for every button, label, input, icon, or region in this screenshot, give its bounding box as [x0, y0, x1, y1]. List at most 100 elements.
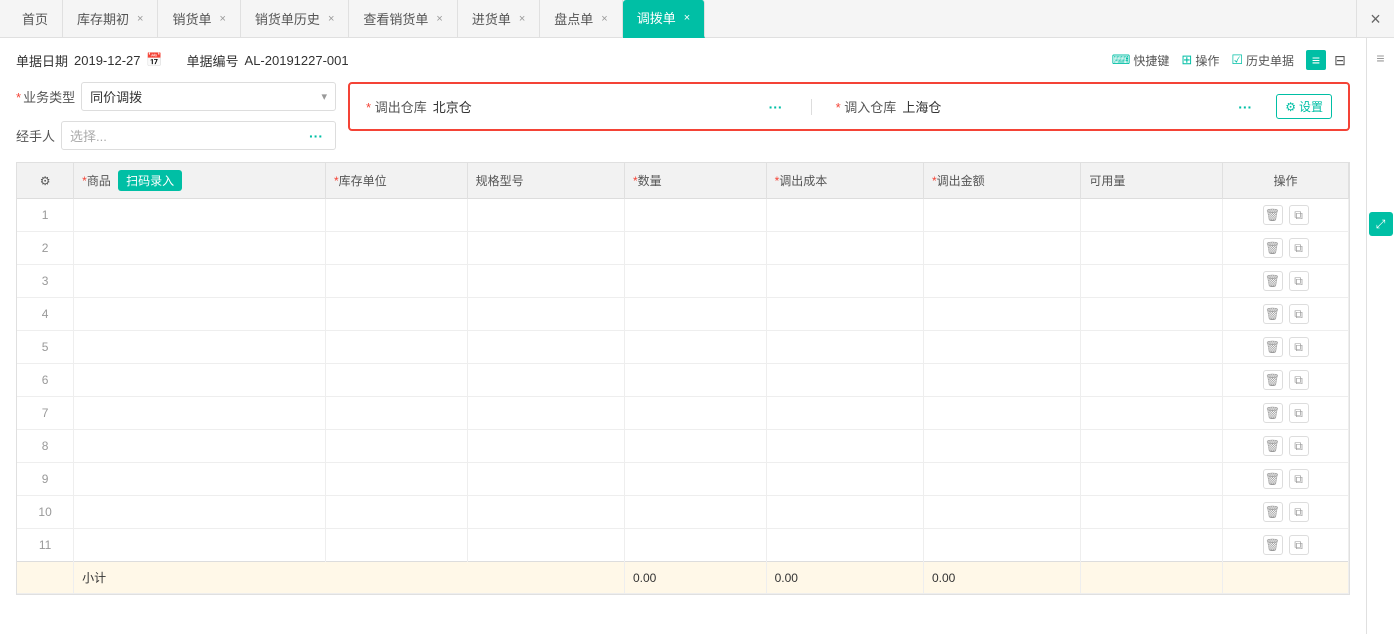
delete-icon[interactable]: 🗑 [1263, 469, 1283, 489]
delete-icon[interactable]: 🗑 [1263, 238, 1283, 258]
window-close-button[interactable]: × [1356, 0, 1394, 38]
in-warehouse-field: * 调入仓库 上海仓 ··· [836, 97, 1257, 116]
copy-icon[interactable]: ⧉ [1289, 469, 1309, 489]
operation-action[interactable]: ⊞ 操作 [1181, 52, 1219, 69]
doc-date-field: 单据日期 2019-12-27 📅 [16, 51, 163, 70]
copy-icon[interactable]: ⧉ [1289, 370, 1309, 390]
tab-view-sales[interactable]: 查看销货单 × [349, 0, 457, 38]
delete-icon[interactable]: 🗑 [1263, 271, 1283, 291]
tab-sales-order-close[interactable]: × [219, 13, 225, 25]
delete-icon[interactable]: 🗑 [1263, 370, 1283, 390]
table-col-spec: 规格型号 [467, 163, 624, 199]
date-value[interactable]: 2019-12-27 [74, 53, 141, 68]
copy-icon[interactable]: ⧉ [1289, 238, 1309, 258]
operation-label: 操作 [1195, 52, 1219, 69]
business-type-select[interactable]: 同价调拨 ▾ [81, 82, 336, 111]
shortcut-action[interactable]: ⌨ 快捷键 [1112, 52, 1170, 69]
tab-purchase-order-close[interactable]: × [519, 13, 525, 25]
right-sidebar: ≡ ⤢ [1366, 38, 1394, 634]
header-actions: ⌨ 快捷键 ⊞ 操作 ☑ 历史单据 ≡ ⊟ [1112, 50, 1350, 70]
table-col-qty: *数量 [624, 163, 766, 199]
tab-sales-order[interactable]: 销货单 × [158, 0, 240, 38]
tab-sales-history[interactable]: 销货单历史 × [241, 0, 349, 38]
in-warehouse-value[interactable]: 上海仓 [902, 97, 1228, 116]
table-row: 3 🗑⧉ [17, 265, 1349, 298]
tab-home[interactable]: 首页 [8, 0, 63, 38]
copy-icon[interactable]: ⧉ [1289, 271, 1309, 291]
subtotal-label: 小计 [74, 562, 625, 594]
warehouse-box: * 调出仓库 北京仓 ··· * 调入仓库 上海仓 ··· ⚙ 设置 [348, 82, 1350, 131]
tab-inventory-init-close[interactable]: × [137, 13, 143, 25]
delete-icon[interactable]: 🗑 [1263, 304, 1283, 324]
delete-icon[interactable]: 🗑 [1263, 337, 1283, 357]
out-warehouse-value[interactable]: 北京仓 [433, 97, 759, 116]
warehouse-divider [811, 99, 812, 115]
tab-sales-history-close[interactable]: × [328, 13, 334, 25]
calendar-icon[interactable]: 📅 [147, 52, 163, 68]
business-type-field: *业务类型 同价调拨 ▾ [16, 82, 336, 111]
person-dots-button[interactable]: ··· [305, 128, 327, 144]
table-row: 8 🗑⧉ [17, 430, 1349, 463]
table-row: 5 🗑⧉ [17, 331, 1349, 364]
sidebar-expand-icon[interactable]: ⤢ [1369, 212, 1393, 236]
subtotal-qty: 0.00 [624, 562, 766, 594]
tab-purchase-order[interactable]: 进货单 × [458, 0, 540, 38]
delete-icon[interactable]: 🗑 [1263, 535, 1283, 555]
subtotal-amount: 0.00 [924, 562, 1081, 594]
layout-toggle: ≡ ⊟ [1306, 50, 1350, 70]
gear-icon: ⚙ [40, 174, 51, 188]
layout-list-icon[interactable]: ≡ [1306, 50, 1326, 70]
delete-icon[interactable]: 🗑 [1263, 436, 1283, 456]
copy-icon[interactable]: ⧉ [1289, 535, 1309, 555]
table-row: 4 🗑⧉ [17, 298, 1349, 331]
person-placeholder: 选择... [70, 126, 107, 145]
tab-transfer-order[interactable]: 调拨单 × [623, 0, 705, 38]
person-label: 经手人 [16, 126, 55, 145]
tab-sales-order-label: 销货单 [172, 9, 211, 28]
copy-icon[interactable]: ⧉ [1289, 403, 1309, 423]
history-action[interactable]: ☑ 历史单据 [1231, 52, 1294, 69]
table-row: 6 🗑⧉ [17, 364, 1349, 397]
copy-icon[interactable]: ⧉ [1289, 205, 1309, 225]
form-left: *业务类型 同价调拨 ▾ 经手人 选择... ··· [16, 82, 336, 150]
settings-label: 设置 [1299, 98, 1323, 115]
in-warehouse-dots[interactable]: ··· [1234, 99, 1256, 115]
copy-icon[interactable]: ⧉ [1289, 502, 1309, 522]
tab-purchase-order-label: 进货单 [472, 9, 511, 28]
copy-icon[interactable]: ⧉ [1289, 304, 1309, 324]
delete-icon[interactable]: 🗑 [1263, 205, 1283, 225]
delete-icon[interactable]: 🗑 [1263, 403, 1283, 423]
tab-transfer-order-close[interactable]: × [684, 12, 690, 24]
table-col-gear[interactable]: ⚙ [17, 163, 74, 199]
table-row: 7 🗑⧉ [17, 397, 1349, 430]
table-row: 2 🗑⧉ [17, 232, 1349, 265]
tab-inventory-check-close[interactable]: × [601, 13, 607, 25]
table-col-amount: *调出金额 [924, 163, 1081, 199]
business-type-value: 同价调拨 [90, 87, 142, 106]
doc-number-field: 单据编号 AL-20191227-001 [187, 51, 349, 70]
scan-button[interactable]: 扫码录入 [118, 170, 182, 191]
table-col-available: 可用量 [1081, 163, 1223, 199]
table-col-cost: *调出成本 [766, 163, 923, 199]
shortcut-label: 快捷键 [1133, 52, 1169, 69]
out-warehouse-dots[interactable]: ··· [765, 99, 787, 115]
business-type-label: *业务类型 [16, 87, 75, 106]
settings-button[interactable]: ⚙ 设置 [1276, 94, 1332, 119]
form-area: *业务类型 同价调拨 ▾ 经手人 选择... ··· * [16, 82, 1350, 150]
copy-icon[interactable]: ⧉ [1289, 436, 1309, 456]
table-row: 9 🗑⧉ [17, 463, 1349, 496]
table-header-row: ⚙ *商品 扫码录入 *库存单位 规格型号 *数量 *调出成本 *调出金额 可用… [17, 163, 1349, 199]
tab-inventory-check[interactable]: 盘点单 × [540, 0, 622, 38]
number-label: 单据编号 [187, 51, 239, 70]
table-row: 11 🗑⧉ [17, 529, 1349, 562]
delete-icon[interactable]: 🗑 [1263, 502, 1283, 522]
layout-grid-icon[interactable]: ⊟ [1330, 50, 1350, 70]
tab-view-sales-close[interactable]: × [436, 13, 442, 25]
person-select[interactable]: 选择... ··· [61, 121, 336, 150]
copy-icon[interactable]: ⧉ [1289, 337, 1309, 357]
gear-icon: ⚙ [1285, 100, 1296, 114]
tab-bar: 首页 库存期初 × 销货单 × 销货单历史 × 查看销货单 × 进货单 × 盘点… [0, 0, 1394, 38]
sidebar-list-icon[interactable]: ≡ [1369, 46, 1393, 70]
person-field: 经手人 选择... ··· [16, 121, 336, 150]
tab-inventory-init[interactable]: 库存期初 × [63, 0, 158, 38]
